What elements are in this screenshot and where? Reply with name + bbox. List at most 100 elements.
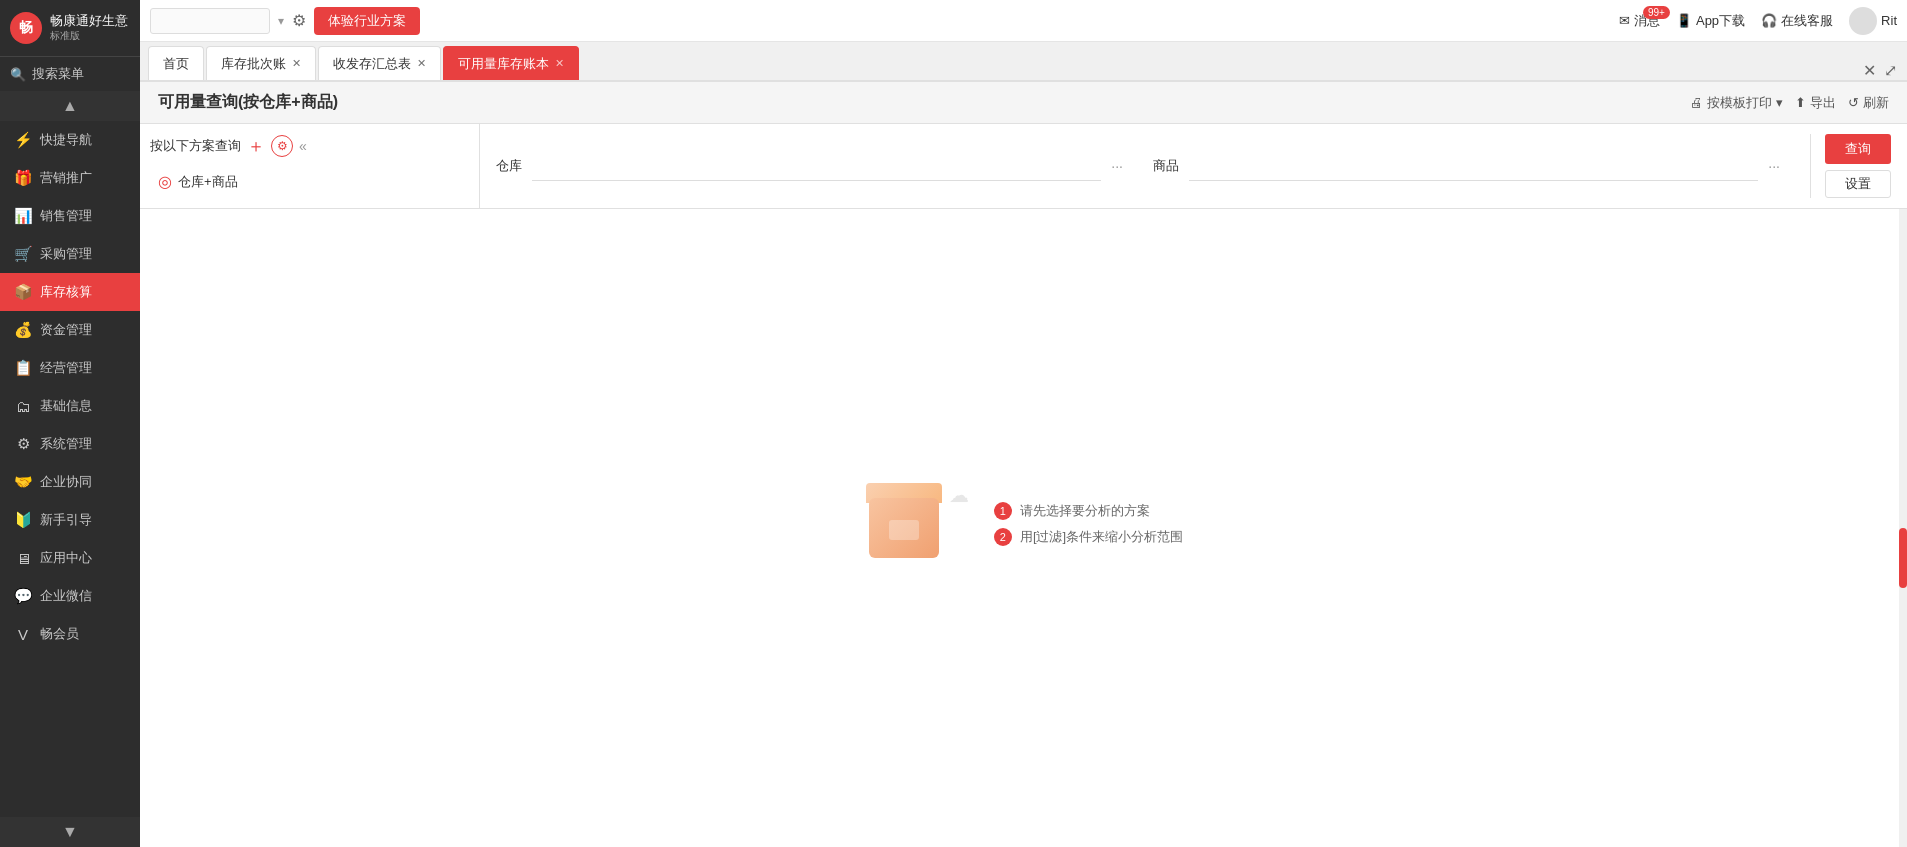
sidebar-item-member[interactable]: V 畅会员 — [0, 615, 140, 653]
topbar: ▾ ⚙ 体验行业方案 ✉ 消息 99+ 📱 App下载 🎧 在线客服 Rit — [140, 0, 1907, 42]
filter-settings-circle-btn[interactable]: ⚙ — [271, 135, 293, 157]
sidebar-item-enterprise[interactable]: 🤝 企业协同 — [0, 463, 140, 501]
sidebar-item-sales[interactable]: 📊 销售管理 — [0, 197, 140, 235]
warehouse-input[interactable] — [532, 151, 1101, 181]
operations-icon: 📋 — [14, 359, 32, 377]
app-center-icon: 🖥 — [14, 549, 32, 567]
sidebar-item-label: 新手引导 — [40, 511, 92, 529]
app-download-label: App下载 — [1696, 12, 1745, 30]
sidebar-item-label: 营销推广 — [40, 169, 92, 187]
filter-right: 仓库 ··· 商品 ··· 查询 设置 — [480, 124, 1907, 208]
online-service-btn[interactable]: 🎧 在线客服 — [1761, 12, 1833, 30]
sidebar-item-wechat[interactable]: 💬 企业微信 — [0, 577, 140, 615]
sidebar-item-basic[interactable]: 🗂 基础信息 — [0, 387, 140, 425]
sidebar-item-finance[interactable]: 💰 资金管理 — [0, 311, 140, 349]
page-title: 可用量查询(按仓库+商品) — [158, 92, 338, 113]
tab-collect-summary[interactable]: 收发存汇总表 ✕ — [318, 46, 441, 80]
scheme-icon: ◎ — [158, 172, 172, 191]
product-input[interactable] — [1189, 151, 1758, 181]
user-menu[interactable]: Rit — [1849, 7, 1897, 35]
message-btn[interactable]: ✉ 消息 99+ — [1619, 12, 1660, 30]
warehouse-more-icon[interactable]: ··· — [1111, 158, 1123, 174]
sidebar-item-inventory[interactable]: 📦 库存核算 — [0, 273, 140, 311]
content-area: ☁ 1 请先选择要分析的方案 2 用[过滤]条件来缩小分析范围 — [140, 209, 1907, 847]
scheme-label: 仓库+商品 — [178, 173, 238, 191]
query-btn[interactable]: 查询 — [1825, 134, 1891, 164]
box-face — [889, 520, 919, 540]
sidebar-item-label: 经营管理 — [40, 359, 92, 377]
inventory-icon: 📦 — [14, 283, 32, 301]
sidebar-nav: ⚡ 快捷导航 🎁 营销推广 📊 销售管理 🛒 采购管理 📦 库存核算 💰 资金管… — [0, 121, 140, 817]
sidebar-item-marketing[interactable]: 🎁 营销推广 — [0, 159, 140, 197]
empty-hint-2: 2 用[过滤]条件来缩小分析范围 — [994, 528, 1183, 546]
chevron-down-icon[interactable]: ▾ — [278, 14, 284, 28]
marketing-icon: 🎁 — [14, 169, 32, 187]
hint-num-2: 2 — [994, 528, 1012, 546]
sidebar-item-label: 企业微信 — [40, 587, 92, 605]
product-more-icon[interactable]: ··· — [1768, 158, 1780, 174]
topbar-search-input[interactable] — [150, 8, 270, 34]
page-header: 可用量查询(按仓库+商品) 🖨 按模板打印 ▾ ⬆ 导出 ↺ 刷新 — [140, 82, 1907, 124]
refresh-btn[interactable]: ↺ 刷新 — [1848, 94, 1889, 112]
print-icon: 🖨 — [1690, 95, 1703, 110]
sidebar-item-label: 基础信息 — [40, 397, 92, 415]
quick-nav-icon: ⚡ — [14, 131, 32, 149]
tab-home[interactable]: 首页 — [148, 46, 204, 80]
filter-product-field: 商品 ··· — [1153, 151, 1780, 181]
sidebar-item-app-center[interactable]: 🖥 应用中心 — [0, 539, 140, 577]
finance-icon: 💰 — [14, 321, 32, 339]
tab-close-btn[interactable]: ✕ — [1863, 61, 1876, 80]
sidebar-logo: 畅 — [10, 12, 42, 44]
sidebar-item-system[interactable]: ⚙ 系统管理 — [0, 425, 140, 463]
user-avatar — [1849, 7, 1877, 35]
refresh-icon: ↺ — [1848, 95, 1859, 110]
right-scrollbar[interactable] — [1899, 209, 1907, 847]
filter-add-btn[interactable]: ＋ — [247, 134, 265, 158]
tab-available-ledger-close[interactable]: ✕ — [555, 57, 564, 70]
sidebar-item-quick-nav[interactable]: ⚡ 快捷导航 — [0, 121, 140, 159]
filter-settings-btn[interactable]: 设置 — [1825, 170, 1891, 198]
search-icon: 🔍 — [10, 67, 26, 82]
tab-available-ledger[interactable]: 可用量库存账本 ✕ — [443, 46, 579, 80]
sidebar-item-operations[interactable]: 📋 经营管理 — [0, 349, 140, 387]
sidebar-item-label: 销售管理 — [40, 207, 92, 225]
tab-home-label: 首页 — [163, 55, 189, 73]
wechat-icon: 💬 — [14, 587, 32, 605]
industry-btn[interactable]: 体验行业方案 — [314, 7, 420, 35]
main-area: ▾ ⚙ 体验行业方案 ✉ 消息 99+ 📱 App下载 🎧 在线客服 Rit — [140, 0, 1907, 847]
filter-panel: 按以下方案查询 ＋ ⚙ « ◎ 仓库+商品 仓库 ··· 商品 ·· — [140, 124, 1907, 209]
tab-batch-ledger-label: 库存批次账 — [221, 55, 286, 73]
tab-batch-ledger[interactable]: 库存批次账 ✕ — [206, 46, 316, 80]
hint-text-2: 用[过滤]条件来缩小分析范围 — [1020, 528, 1183, 546]
print-label: 按模板打印 — [1707, 94, 1772, 112]
tabbar-end: ✕ ⤢ — [581, 61, 1907, 80]
app-download-btn[interactable]: 📱 App下载 — [1676, 12, 1745, 30]
topbar-right: ✉ 消息 99+ 📱 App下载 🎧 在线客服 Rit — [1619, 7, 1897, 35]
export-btn[interactable]: ⬆ 导出 — [1795, 94, 1836, 112]
tab-batch-ledger-close[interactable]: ✕ — [292, 57, 301, 70]
sidebar-scroll-down[interactable]: ▼ — [0, 817, 140, 847]
sidebar-item-newcomer[interactable]: 🔰 新手引导 — [0, 501, 140, 539]
empty-hint: 1 请先选择要分析的方案 2 用[过滤]条件来缩小分析范围 — [994, 502, 1183, 554]
filter-collapse-btn[interactable]: « — [299, 138, 307, 154]
filter-scheme-item[interactable]: ◎ 仓库+商品 — [150, 166, 469, 197]
sidebar-item-label: 快捷导航 — [40, 131, 92, 149]
filter-warehouse-field: 仓库 ··· — [496, 151, 1123, 181]
phone-icon: 📱 — [1676, 13, 1692, 28]
sidebar-search[interactable]: 🔍 搜索菜单 — [0, 57, 140, 91]
print-btn[interactable]: 🖨 按模板打印 ▾ — [1690, 94, 1783, 112]
sidebar-app-subtitle: 标准版 — [50, 29, 128, 43]
tab-collect-summary-close[interactable]: ✕ — [417, 57, 426, 70]
tab-expand-btn[interactable]: ⤢ — [1884, 61, 1897, 80]
sidebar-scroll-up[interactable]: ▲ — [0, 91, 140, 121]
sidebar-item-purchase[interactable]: 🛒 采购管理 — [0, 235, 140, 273]
gear-icon[interactable]: ⚙ — [292, 11, 306, 30]
empty-state: ☁ 1 请先选择要分析的方案 2 用[过滤]条件来缩小分析范围 — [864, 478, 1183, 578]
sidebar-item-label: 企业协同 — [40, 473, 92, 491]
box-body — [869, 498, 939, 558]
member-icon: V — [14, 625, 32, 643]
tabbar: 首页 库存批次账 ✕ 收发存汇总表 ✕ 可用量库存账本 ✕ ✕ ⤢ — [140, 42, 1907, 82]
empty-hint-1: 1 请先选择要分析的方案 — [994, 502, 1183, 520]
sidebar-item-label: 畅会员 — [40, 625, 79, 643]
system-icon: ⚙ — [14, 435, 32, 453]
